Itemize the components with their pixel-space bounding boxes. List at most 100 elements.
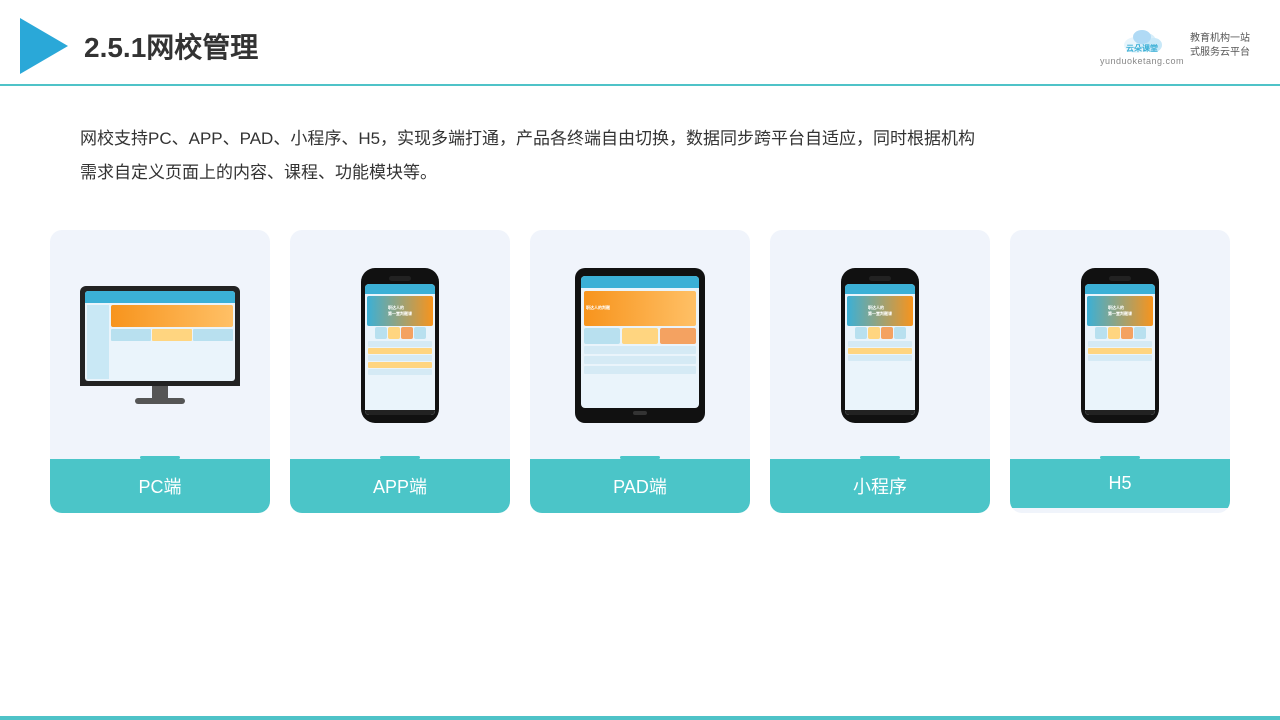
miniapp-icon-2 [868,327,880,339]
phone-icon-3 [401,327,413,339]
miniapp-row-1 [848,341,912,347]
h5-icon-2 [1108,327,1120,339]
brand-domain: yunduoketang.com [1100,56,1184,66]
tablet-card-2 [622,328,658,344]
h5-icon-3 [1121,327,1133,339]
header-left: 2.5.1网校管理 [20,18,258,74]
tablet-banner: 职达人的判题 [584,291,696,326]
bottom-accent-bar [0,716,1280,720]
pc-main-mini [111,305,233,379]
page-title: 2.5.1网校管理 [84,26,258,66]
h5-card: 职达人的第一堂判题课 [1010,230,1230,513]
tablet-row-1 [584,346,696,354]
app-label: APP端 [290,459,510,513]
miniapp-phone-mockup: 职达人的第一堂判题课 [841,268,919,423]
tablet-row-2 [584,356,696,364]
phone-icon-1 [375,327,387,339]
h5-phone-banner: 职达人的第一堂判题课 [1087,296,1153,326]
miniapp-phone-banner: 职达人的第一堂判题课 [847,296,913,326]
pc-card-mini-2 [152,329,192,341]
h5-phone-content: 职达人的第一堂判题课 [1085,294,1155,410]
h5-phone-topbar [1085,284,1155,294]
phone-icon-2 [388,327,400,339]
miniapp-label: 小程序 [770,459,990,513]
tablet-row-3 [584,366,696,374]
h5-row-3 [1088,355,1152,361]
h5-icon-4 [1134,327,1146,339]
pc-stand [152,386,168,398]
pc-screen [85,291,235,381]
pc-image-area [50,230,270,450]
description-text: 网校支持PC、APP、PAD、小程序、H5，实现多端打通，产品各终端自由切换，数… [0,86,1280,210]
miniapp-image-area: 职达人的第一堂判题课 [770,230,990,450]
miniapp-phone-content: 职达人的第一堂判题课 [845,294,915,410]
header-right: 云朵课堂 yunduoketang.com 教育机构一站 式服务云平台 [1100,27,1250,66]
miniapp-icon-4 [894,327,906,339]
phone-rows [367,340,433,376]
phone-row-3 [368,355,432,361]
pc-screen-topbar [85,291,235,303]
app-phone-mockup: 职达人的第一堂判题课 [361,268,439,423]
h5-phone-bottom [1085,410,1155,415]
pc-card-mini-3 [193,329,233,341]
phone-banner: 职达人的第一堂判题课 [367,296,433,326]
miniapp-phone-screen: 职达人的第一堂判题课 [845,284,915,415]
phone-row-4 [368,362,432,368]
h5-phone-notch [1109,276,1131,281]
tablet-card-3 [660,328,696,344]
pc-banner-mini [111,305,233,327]
pc-mockup [80,286,240,404]
miniapp-phone-bottom [845,410,915,415]
pc-screen-content [85,303,235,381]
tablet-home-btn [633,411,647,415]
miniapp-row-3 [848,355,912,361]
phone-notch [389,276,411,281]
h5-label: H5 [1010,459,1230,508]
h5-image-area: 职达人的第一堂判题课 [1010,230,1230,450]
tablet-banner-text: 职达人的判题 [586,305,610,311]
pc-card-mini-1 [111,329,151,341]
tablet-screen: 职达人的判题 [581,276,699,408]
tablet-rows [584,346,696,374]
tablet-cards-row [584,328,696,344]
phone-icon-4 [414,327,426,339]
pc-sidebar-mini [87,305,109,379]
h5-icon-1 [1095,327,1107,339]
brand-logo: 云朵课堂 yunduoketang.com 教育机构一站 式服务云平台 [1100,27,1250,66]
pc-label: PC端 [50,459,270,513]
phone-row-2 [368,348,432,354]
miniapp-phone-rows [847,340,913,362]
phone-screen: 职达人的第一堂判题课 [365,284,435,415]
app-image-area: 职达人的第一堂判题课 [290,230,510,450]
phone-icons-row [367,327,433,339]
app-card: 职达人的第一堂判题课 [290,230,510,513]
tablet-content: 职达人的判题 [581,288,699,408]
phone-content-area: 职达人的第一堂判题课 [365,294,435,410]
h5-row-2 [1088,348,1152,354]
miniapp-card: 职达人的第一堂判题课 [770,230,990,513]
tablet-topbar [581,276,699,288]
tablet-card-1 [584,328,620,344]
miniapp-row-2 [848,348,912,354]
pc-monitor [80,286,240,386]
h5-phone-rows [1087,340,1153,362]
device-cards-section: PC端 职达人的第一堂判题课 [0,210,1280,513]
phone-row-5 [368,369,432,375]
cloud-logo-icon: 云朵课堂 [1120,27,1164,55]
page-header: 2.5.1网校管理 云朵课堂 yunduoketang.com 教育机构一站 式… [0,0,1280,86]
pc-card: PC端 [50,230,270,513]
brand-tagline: 教育机构一站 式服务云平台 [1190,32,1250,60]
phone-row-1 [368,341,432,347]
phone-bottom-bar [365,410,435,415]
pc-screen-inner [85,291,235,381]
pad-image-area: 职达人的判题 [530,230,750,450]
logo-triangle-icon [20,18,68,74]
miniapp-phone-topbar [845,284,915,294]
tablet-mockup: 职达人的判题 [575,268,705,423]
pad-label: PAD端 [530,459,750,513]
pc-base [135,398,185,404]
h5-row-1 [1088,341,1152,347]
miniapp-icon-1 [855,327,867,339]
pad-card: 职达人的判题 [530,230,750,513]
h5-phone-mockup: 职达人的第一堂判题课 [1081,268,1159,423]
